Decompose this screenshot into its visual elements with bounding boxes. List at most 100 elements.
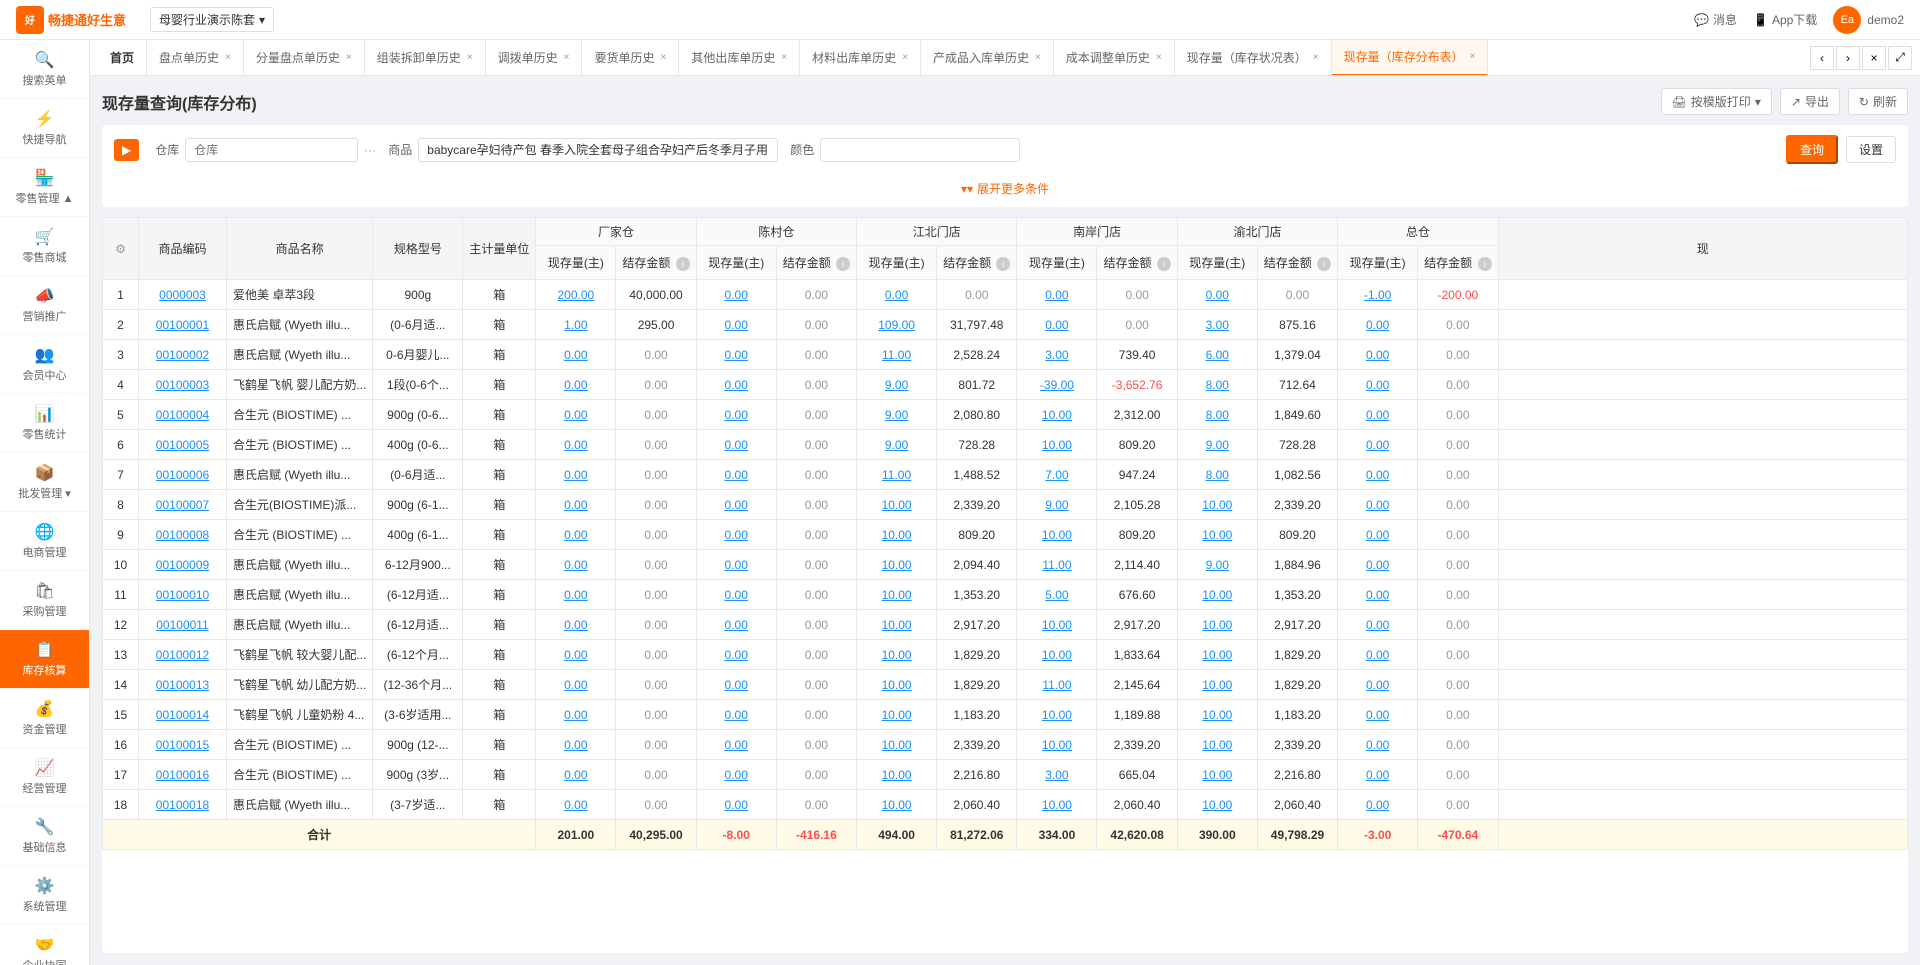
query-btn[interactable]: 查询 xyxy=(1786,135,1838,164)
sidebar-item-retail[interactable]: 🏪 零售管理 ▲ xyxy=(0,158,89,217)
sidebar-item-retail-stat[interactable]: 📊 零售统计 xyxy=(0,394,89,453)
info-icon[interactable]: i xyxy=(1478,257,1492,271)
tab-label: 现存量（库存分布表） xyxy=(1344,48,1464,65)
goods-input[interactable] xyxy=(418,138,778,162)
info-icon[interactable]: i xyxy=(1157,257,1171,271)
sidebar-item-basic[interactable]: 🔧 基础信息 xyxy=(0,807,89,866)
cell-spec: (6-12月适... xyxy=(373,610,463,640)
cell-unit: 箱 xyxy=(463,640,536,670)
expand-arrow-btn[interactable]: ▶ xyxy=(114,139,139,161)
cell-na-bal: 2,114.40 xyxy=(1097,550,1177,580)
cell-tot-bal: 0.00 xyxy=(1418,760,1498,790)
info-icon[interactable]: i xyxy=(996,257,1010,271)
tab-cost-adjust[interactable]: 成本调整单历史 × xyxy=(1054,40,1175,76)
tab-close-icon[interactable]: × xyxy=(660,52,666,63)
app-label: App下载 xyxy=(1772,11,1817,28)
tab-prev-btn[interactable]: ‹ xyxy=(1810,46,1834,70)
tab-stock-status[interactable]: 现存量（库存状况表） × xyxy=(1175,40,1332,76)
sidebar-item-operations[interactable]: 📈 经营管理 xyxy=(0,748,89,807)
th-unit: 主计量单位 xyxy=(463,218,536,280)
cell-value: 10.00 xyxy=(1017,640,1097,670)
sidebar-item-marketing[interactable]: 📣 营销推广 xyxy=(0,276,89,335)
tab-material-out[interactable]: 材料出库单历史 × xyxy=(800,40,921,76)
tab-transfer[interactable]: 调拨单历史 × xyxy=(486,40,583,76)
cell-name: 合生元 (BIOSTIME) ... xyxy=(227,520,373,550)
sidebar-item-label: 电商管理 xyxy=(4,544,85,560)
print-btn[interactable]: 🖨 按模版打印 ▾ xyxy=(1661,88,1772,115)
message-btn[interactable]: 💬 消息 xyxy=(1694,11,1737,28)
sidebar-item-purchase[interactable]: 🛍 采购管理 xyxy=(0,571,89,630)
tab-close-icon[interactable]: × xyxy=(1470,51,1476,62)
app-download-btn[interactable]: 📱 App下载 xyxy=(1753,11,1817,28)
sidebar-item-wholesale[interactable]: 📦 批发管理 ▾ xyxy=(0,453,89,512)
user-info[interactable]: Ea demo2 xyxy=(1833,6,1904,34)
cell-value: 0.00 xyxy=(857,280,937,310)
tab-home[interactable]: 首页 xyxy=(98,40,147,76)
tab-stocktake[interactable]: 盘点单历史 × xyxy=(147,40,244,76)
export-btn[interactable]: ↗ 导出 xyxy=(1780,88,1840,115)
cell-unit: 箱 xyxy=(463,790,536,820)
th-gear[interactable]: ⚙ xyxy=(103,218,139,280)
sidebar-item-mall[interactable]: 🛒 零售商城 xyxy=(0,217,89,276)
cell-yb-bal: 1,829.20 xyxy=(1257,670,1337,700)
tab-close-icon[interactable]: × xyxy=(1313,52,1319,63)
color-input[interactable] xyxy=(820,138,1020,162)
tab-close-icon[interactable]: × xyxy=(467,52,473,63)
tab-other-out[interactable]: 其他出库单历史 × xyxy=(679,40,800,76)
industry-selector[interactable]: 母婴行业演示陈套 ▾ xyxy=(150,7,274,32)
cell-fc-bal: 0.00 xyxy=(616,670,696,700)
warehouse-input[interactable] xyxy=(185,138,358,162)
cell-name: 惠氏启赋 (Wyeth illu... xyxy=(227,610,373,640)
sidebar-item-search[interactable]: 🔍 搜索英单 xyxy=(0,40,89,99)
tab-product-in[interactable]: 产成品入库单历史 × xyxy=(921,40,1054,76)
tab-expand-btn[interactable]: ⤢ xyxy=(1888,46,1912,70)
table-row: 7 00100006 惠氏启赋 (Wyeth illu... (0-6月适...… xyxy=(103,460,1908,490)
tab-close-icon[interactable]: × xyxy=(1035,52,1041,63)
tab-stock-distrib[interactable]: 现存量（库存分布表） × xyxy=(1332,40,1489,76)
warehouse-more-icon[interactable]: ··· xyxy=(364,143,376,157)
cell-index: 8 xyxy=(103,490,139,520)
info-icon[interactable]: i xyxy=(1317,257,1331,271)
sidebar-item-label: 快捷导航 xyxy=(4,131,85,147)
cell-value: 0.00 xyxy=(536,670,616,700)
sidebar-item-nav[interactable]: ⚡ 快捷导航 xyxy=(0,99,89,158)
expand-more-btn[interactable]: ▾▾ 展开更多条件 xyxy=(961,180,1049,197)
cell-extra xyxy=(1498,580,1907,610)
table-row: 3 00100002 惠氏启赋 (Wyeth illu... 0-6月婴儿...… xyxy=(103,340,1908,370)
gear-icon[interactable]: ⚙ xyxy=(115,242,126,256)
sidebar-item-system[interactable]: ⚙️ 系统管理 xyxy=(0,866,89,925)
tab-close-icon[interactable]: × xyxy=(225,52,231,63)
cell-tot-cur: 0.00 xyxy=(1338,550,1418,580)
info-icon[interactable]: i xyxy=(836,257,850,271)
tab-close-icon[interactable]: × xyxy=(781,52,787,63)
sidebar-item-inventory[interactable]: 📋 库存核算 xyxy=(0,630,89,689)
cell-tot-cur: 0.00 xyxy=(1338,580,1418,610)
cell-yb-bal: 2,216.80 xyxy=(1257,760,1337,790)
cell-unit: 箱 xyxy=(463,490,536,520)
tab-close-icon[interactable]: × xyxy=(564,52,570,63)
cell-value: 0.00 xyxy=(696,640,776,670)
tab-next-btn[interactable]: › xyxy=(1836,46,1860,70)
refresh-btn[interactable]: ↻ 刷新 xyxy=(1848,88,1908,115)
sidebar-item-member[interactable]: 👥 会员中心 xyxy=(0,335,89,394)
tab-close-icon[interactable]: × xyxy=(1156,52,1162,63)
tab-assemble[interactable]: 组装拆卸单历史 × xyxy=(365,40,486,76)
tab-close-icon[interactable]: × xyxy=(902,52,908,63)
sidebar-item-enterprise[interactable]: 🤝 企业协同 xyxy=(0,925,89,965)
info-icon[interactable]: i xyxy=(676,257,690,271)
tab-distrib-stocktake[interactable]: 分量盘点单历史 × xyxy=(244,40,365,76)
sidebar-item-finance[interactable]: 💰 资金管理 xyxy=(0,689,89,748)
sidebar-item-ecommerce[interactable]: 🌐 电商管理 xyxy=(0,512,89,571)
cell-code: 00100009 xyxy=(139,550,227,580)
cell-name: 惠氏启赋 (Wyeth illu... xyxy=(227,790,373,820)
sidebar: 🔍 搜索英单 ⚡ 快捷导航 🏪 零售管理 ▲ 🛒 零售商城 📣 营销推广 👥 会… xyxy=(0,40,90,965)
cell-yb-bal: 2,917.20 xyxy=(1257,610,1337,640)
setting-btn[interactable]: 设置 xyxy=(1846,136,1896,163)
tab-order[interactable]: 要货单历史 × xyxy=(582,40,679,76)
tab-close-icon[interactable]: × xyxy=(346,52,352,63)
cell-index: 15 xyxy=(103,700,139,730)
tab-close-all-btn[interactable]: × xyxy=(1862,46,1886,70)
cell-name: 爱他美 卓萃3段 xyxy=(227,280,373,310)
cell-jb-bal: 1,488.52 xyxy=(937,460,1017,490)
cell-cl-bal: 0.00 xyxy=(776,340,856,370)
